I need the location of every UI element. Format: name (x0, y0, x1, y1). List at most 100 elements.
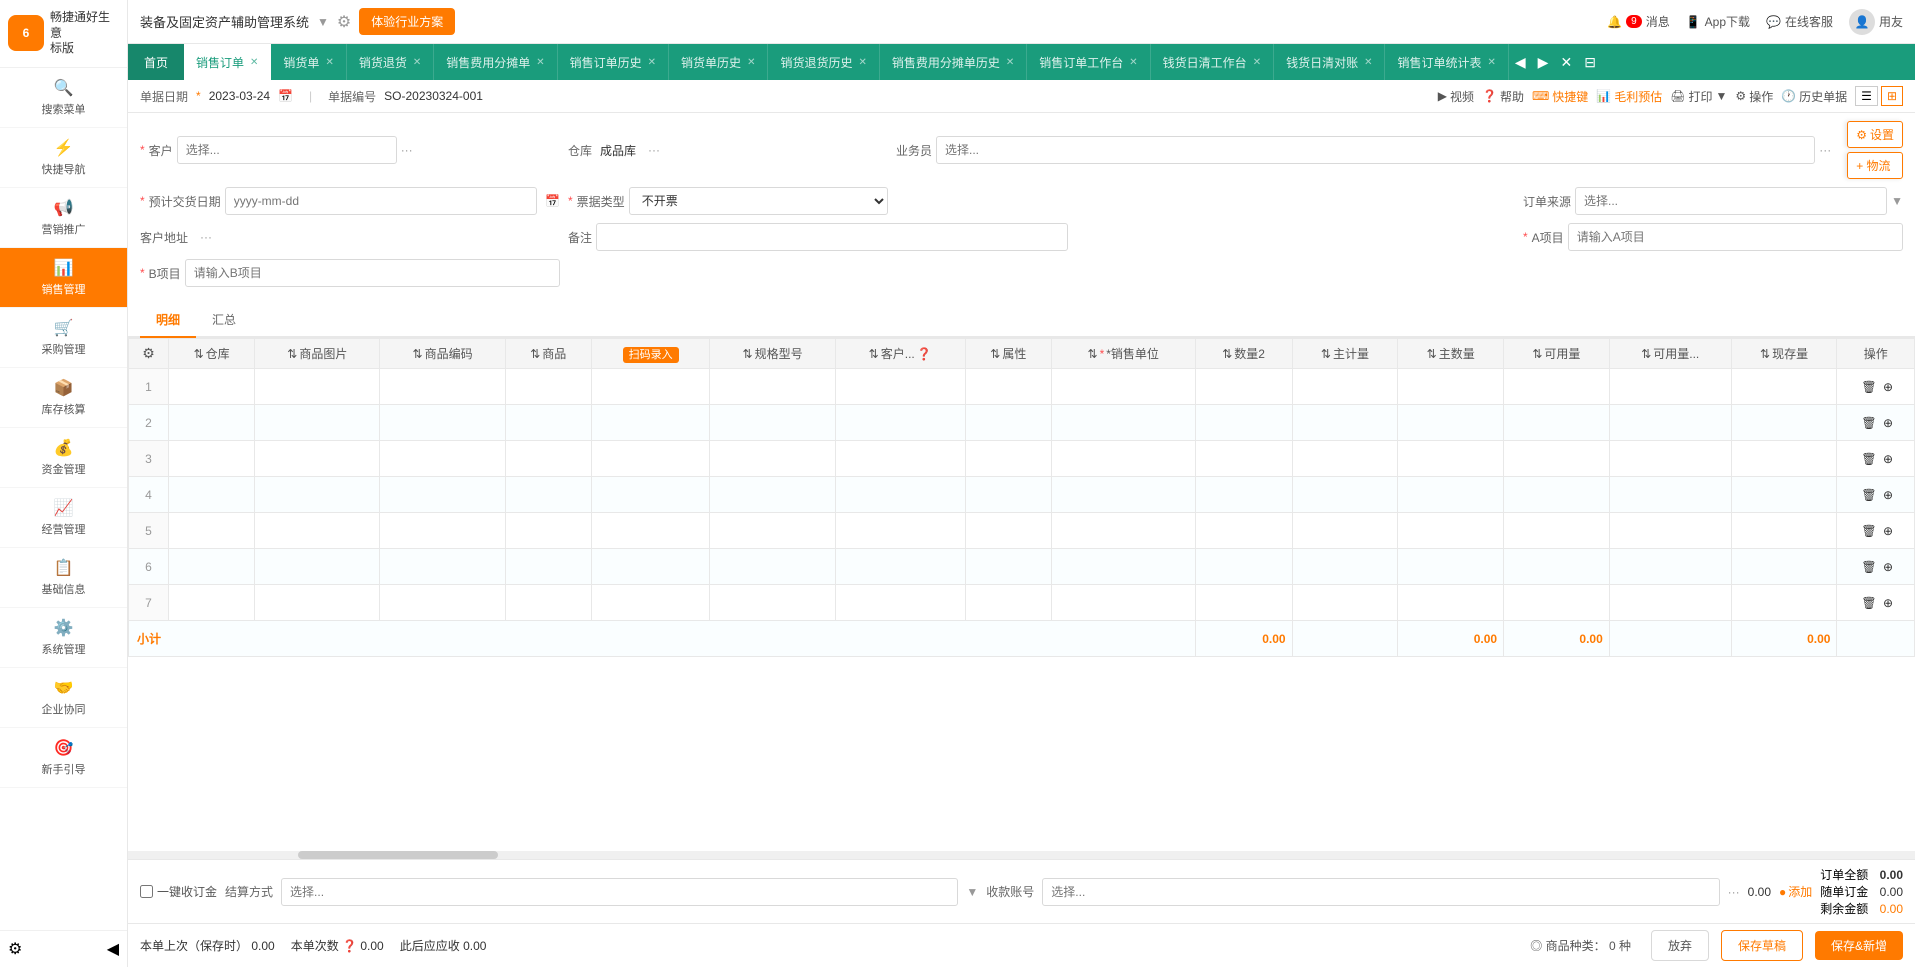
tab-close-cash-daily[interactable]: ✕ (1253, 57, 1261, 68)
profit-btn[interactable]: 📊 毛利预估 (1596, 88, 1662, 105)
row-4-spec[interactable] (710, 477, 835, 513)
a-project-input[interactable] (1568, 223, 1903, 251)
sidebar-item-basics[interactable]: 📋 基础信息 (0, 548, 127, 608)
th-main-unit[interactable]: ⇅ 主计量 (1292, 339, 1398, 369)
order-source-input[interactable] (1575, 187, 1887, 215)
row-6-warehouse[interactable] (169, 549, 255, 585)
row-6-mainqty[interactable] (1398, 549, 1504, 585)
row-1-delete-btn[interactable]: 🗑 (1861, 380, 1876, 394)
account-input[interactable] (1042, 878, 1719, 906)
row-4-available[interactable] (1504, 477, 1610, 513)
row-2-current[interactable] (1731, 405, 1837, 441)
tab-close-workspace[interactable]: ✕ (1129, 57, 1137, 68)
collapse-icon[interactable]: ◀ (107, 939, 119, 959)
row-5-img[interactable] (255, 513, 380, 549)
row-4-img[interactable] (255, 477, 380, 513)
row-2-unit[interactable] (1051, 405, 1195, 441)
row-3-custcode[interactable] (835, 441, 965, 477)
row-5-attr[interactable] (965, 513, 1051, 549)
sidebar-item-sales[interactable]: 📊 销售管理 (0, 248, 127, 308)
settings-icon[interactable]: ⚙ (8, 939, 22, 959)
row-2-spec[interactable] (710, 405, 835, 441)
row-3-code[interactable] (380, 441, 505, 477)
row-3-unit[interactable] (1051, 441, 1195, 477)
th-product[interactable]: ⇅ 商品 (505, 339, 591, 369)
row-3-available[interactable] (1504, 441, 1610, 477)
add-logistics-btn[interactable]: + 物流 (1847, 152, 1903, 179)
remark-input[interactable] (596, 223, 1068, 251)
row-4-available2[interactable] (1609, 477, 1731, 513)
settings-orange-btn[interactable]: ⚙ 设置 (1847, 121, 1903, 148)
tab-home[interactable]: 首页 (128, 44, 184, 80)
row-5-copy-btn[interactable]: ⊕ (1883, 524, 1893, 538)
row-1-scan[interactable] (591, 369, 710, 405)
help-btn[interactable]: ❓ 帮助 (1482, 88, 1524, 105)
th-product-code[interactable]: ⇅ 商品编码 (380, 339, 505, 369)
row-1-custcode[interactable] (835, 369, 965, 405)
row-1-spec[interactable] (710, 369, 835, 405)
row-4-product[interactable] (505, 477, 591, 513)
row-6-spec[interactable] (710, 549, 835, 585)
row-7-img[interactable] (255, 585, 380, 621)
th-spec[interactable]: ⇅ 规格型号 (710, 339, 835, 369)
row-7-code[interactable] (380, 585, 505, 621)
row-4-warehouse[interactable] (169, 477, 255, 513)
row-1-mainunit[interactable] (1292, 369, 1398, 405)
row-1-attr[interactable] (965, 369, 1051, 405)
save-new-btn[interactable]: 保存&新增 (1815, 931, 1903, 960)
row-2-product[interactable] (505, 405, 591, 441)
print-btn[interactable]: 🖨 打印 ▼ (1670, 88, 1727, 105)
operation-btn[interactable]: ⚙ 操作 (1735, 88, 1773, 105)
row-7-mainunit[interactable] (1292, 585, 1398, 621)
row-5-custcode[interactable] (835, 513, 965, 549)
th-warehouse[interactable]: ⇅ 仓库 (169, 339, 255, 369)
row-3-spec[interactable] (710, 441, 835, 477)
th-customer-code[interactable]: ⇅ 客户... ❓ (835, 339, 965, 369)
th-available-more[interactable]: ⇅ 可用量... (1609, 339, 1731, 369)
tab-close-return[interactable]: ✕ (413, 57, 421, 68)
sidebar-item-inventory[interactable]: 📦 库存核算 (0, 368, 127, 428)
tab-close-return-history[interactable]: ✕ (858, 57, 866, 68)
row-4-qty2[interactable] (1195, 477, 1292, 513)
tab-invoice-history[interactable]: 销货单历史 ✕ (669, 44, 768, 80)
discard-btn[interactable]: 放弃 (1651, 930, 1709, 961)
row-5-product[interactable] (505, 513, 591, 549)
row-7-available2[interactable] (1609, 585, 1731, 621)
row-5-code[interactable] (380, 513, 505, 549)
row-6-unit[interactable] (1051, 549, 1195, 585)
row-7-custcode[interactable] (835, 585, 965, 621)
row-6-current[interactable] (1731, 549, 1837, 585)
tab-close-sales-order[interactable]: ✕ (250, 57, 258, 68)
date-picker-icon[interactable]: 📅 (545, 194, 560, 208)
row-7-delete-btn[interactable]: 🗑 (1861, 596, 1876, 610)
tab-more-btn[interactable]: ✕ (1554, 54, 1578, 71)
row-5-qty2[interactable] (1195, 513, 1292, 549)
row-6-code[interactable] (380, 549, 505, 585)
row-6-delete-btn[interactable]: 🗑 (1861, 560, 1876, 574)
row-3-scan[interactable] (591, 441, 710, 477)
row-7-copy-btn[interactable]: ⊕ (1883, 596, 1893, 610)
tab-summary[interactable]: 汇总 (196, 303, 252, 338)
row-2-mainqty[interactable] (1398, 405, 1504, 441)
row-3-warehouse[interactable] (169, 441, 255, 477)
row-1-img[interactable] (255, 369, 380, 405)
row-7-unit[interactable] (1051, 585, 1195, 621)
row-5-mainunit[interactable] (1292, 513, 1398, 549)
scrollbar-thumb[interactable] (298, 851, 498, 859)
row-6-qty2[interactable] (1195, 549, 1292, 585)
ticket-select[interactable]: 不开票 (629, 187, 888, 215)
row-5-mainqty[interactable] (1398, 513, 1504, 549)
customer-input[interactable] (177, 136, 397, 164)
history-btn[interactable]: 🕐 历史单据 (1781, 88, 1847, 105)
customer-more-btn[interactable]: ··· (401, 143, 413, 157)
dropdown-icon[interactable]: ▼ (317, 15, 329, 29)
th-attribute[interactable]: ⇅ 属性 (965, 339, 1051, 369)
order-source-dropdown[interactable]: ▼ (1891, 194, 1903, 208)
tab-close-fee-split[interactable]: ✕ (536, 57, 544, 68)
horizontal-scrollbar[interactable] (128, 851, 1915, 859)
sidebar-item-operations[interactable]: 📈 经营管理 (0, 488, 127, 548)
tab-close-fee-history[interactable]: ✕ (1006, 57, 1014, 68)
add-payment-btn[interactable]: ● 添加 (1779, 883, 1812, 900)
row-2-attr[interactable] (965, 405, 1051, 441)
app-download-item[interactable]: 📱 App下载 (1686, 13, 1750, 30)
